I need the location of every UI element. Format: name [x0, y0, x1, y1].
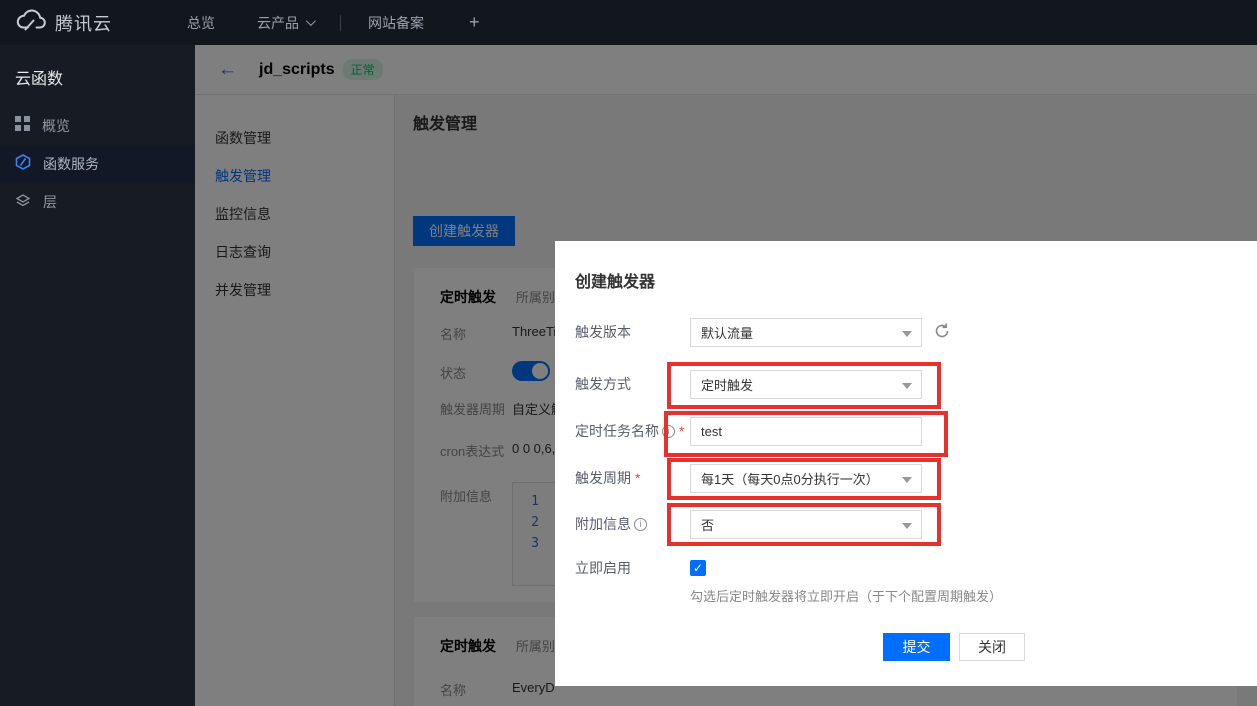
- sidebar-item-layers[interactable]: 层: [0, 183, 195, 221]
- required-asterisk: *: [635, 464, 640, 493]
- info-icon[interactable]: i: [662, 425, 675, 438]
- screen: 腾讯云 总览 云产品 网站备案 + 云函数 概览: [0, 0, 1257, 706]
- nav-beian[interactable]: 网站备案: [368, 13, 424, 33]
- nav-products[interactable]: 云产品: [257, 13, 313, 33]
- task-name-input[interactable]: [690, 417, 922, 446]
- chevron-down-icon: [902, 477, 912, 483]
- navbar-divider: [340, 15, 341, 31]
- sidebar-item-label: 函数服务: [43, 154, 99, 174]
- trigger-version-value: 默认流量: [701, 323, 753, 342]
- brand-name: 腾讯云: [55, 10, 112, 36]
- grid-icon: [15, 116, 30, 136]
- create-trigger-modal: 创建触发器 触发版本 默认流量 触发方式 定时触发 定时任务名称i* 触发周期*: [555, 241, 1257, 686]
- chevron-down-icon: [902, 383, 912, 389]
- sidebar-item-function-service[interactable]: 函数服务: [0, 145, 195, 183]
- modal-title: 创建触发器: [575, 268, 655, 292]
- info-icon[interactable]: i: [634, 518, 647, 531]
- trigger-cycle-value: 每1天（每天0点0分执行一次）: [701, 469, 879, 488]
- chevron-down-icon: [902, 331, 912, 337]
- task-name-label: 定时任务名称i*: [575, 417, 684, 446]
- product-sidebar: 云函数 概览 函数服务: [0, 45, 195, 706]
- layers-icon: [15, 192, 31, 213]
- trigger-method-label: 触发方式: [575, 370, 631, 399]
- add-tab-icon[interactable]: +: [469, 12, 480, 33]
- function-hexagon-icon: [15, 154, 31, 175]
- enable-now-checkbox[interactable]: ✓: [690, 560, 706, 576]
- tencent-cloud-logo[interactable]: 腾讯云: [16, 9, 166, 36]
- trigger-method-select[interactable]: 定时触发: [690, 370, 922, 399]
- required-asterisk: *: [679, 417, 684, 446]
- cloud-logo-icon: [16, 9, 46, 36]
- trigger-method-value: 定时触发: [701, 375, 753, 394]
- enable-now-helper-text: 勾选后定时触发器将立即开启（于下个配置周期触发）: [690, 586, 1002, 605]
- extra-info-select[interactable]: 否: [690, 510, 922, 539]
- trigger-version-label: 触发版本: [575, 318, 631, 347]
- trigger-cycle-label: 触发周期*: [575, 464, 640, 493]
- nav-overview[interactable]: 总览: [187, 13, 215, 33]
- chevron-down-icon: [306, 16, 316, 26]
- sidebar-item-overview[interactable]: 概览: [0, 107, 195, 145]
- enable-now-label: 立即启用: [575, 554, 631, 583]
- submit-button[interactable]: 提交: [883, 633, 950, 661]
- extra-info-value: 否: [701, 515, 714, 534]
- trigger-cycle-select[interactable]: 每1天（每天0点0分执行一次）: [690, 464, 922, 493]
- refresh-icon[interactable]: [933, 322, 951, 345]
- chevron-down-icon: [902, 523, 912, 529]
- sidebar-item-label: 层: [43, 192, 57, 212]
- product-sidebar-title: 云函数: [0, 45, 195, 107]
- trigger-version-select[interactable]: 默认流量: [690, 318, 922, 347]
- sidebar-item-label: 概览: [42, 116, 70, 136]
- close-button[interactable]: 关闭: [959, 633, 1025, 661]
- top-navbar: 腾讯云 总览 云产品 网站备案 +: [0, 0, 1257, 45]
- extra-info-label: 附加信息i: [575, 510, 647, 539]
